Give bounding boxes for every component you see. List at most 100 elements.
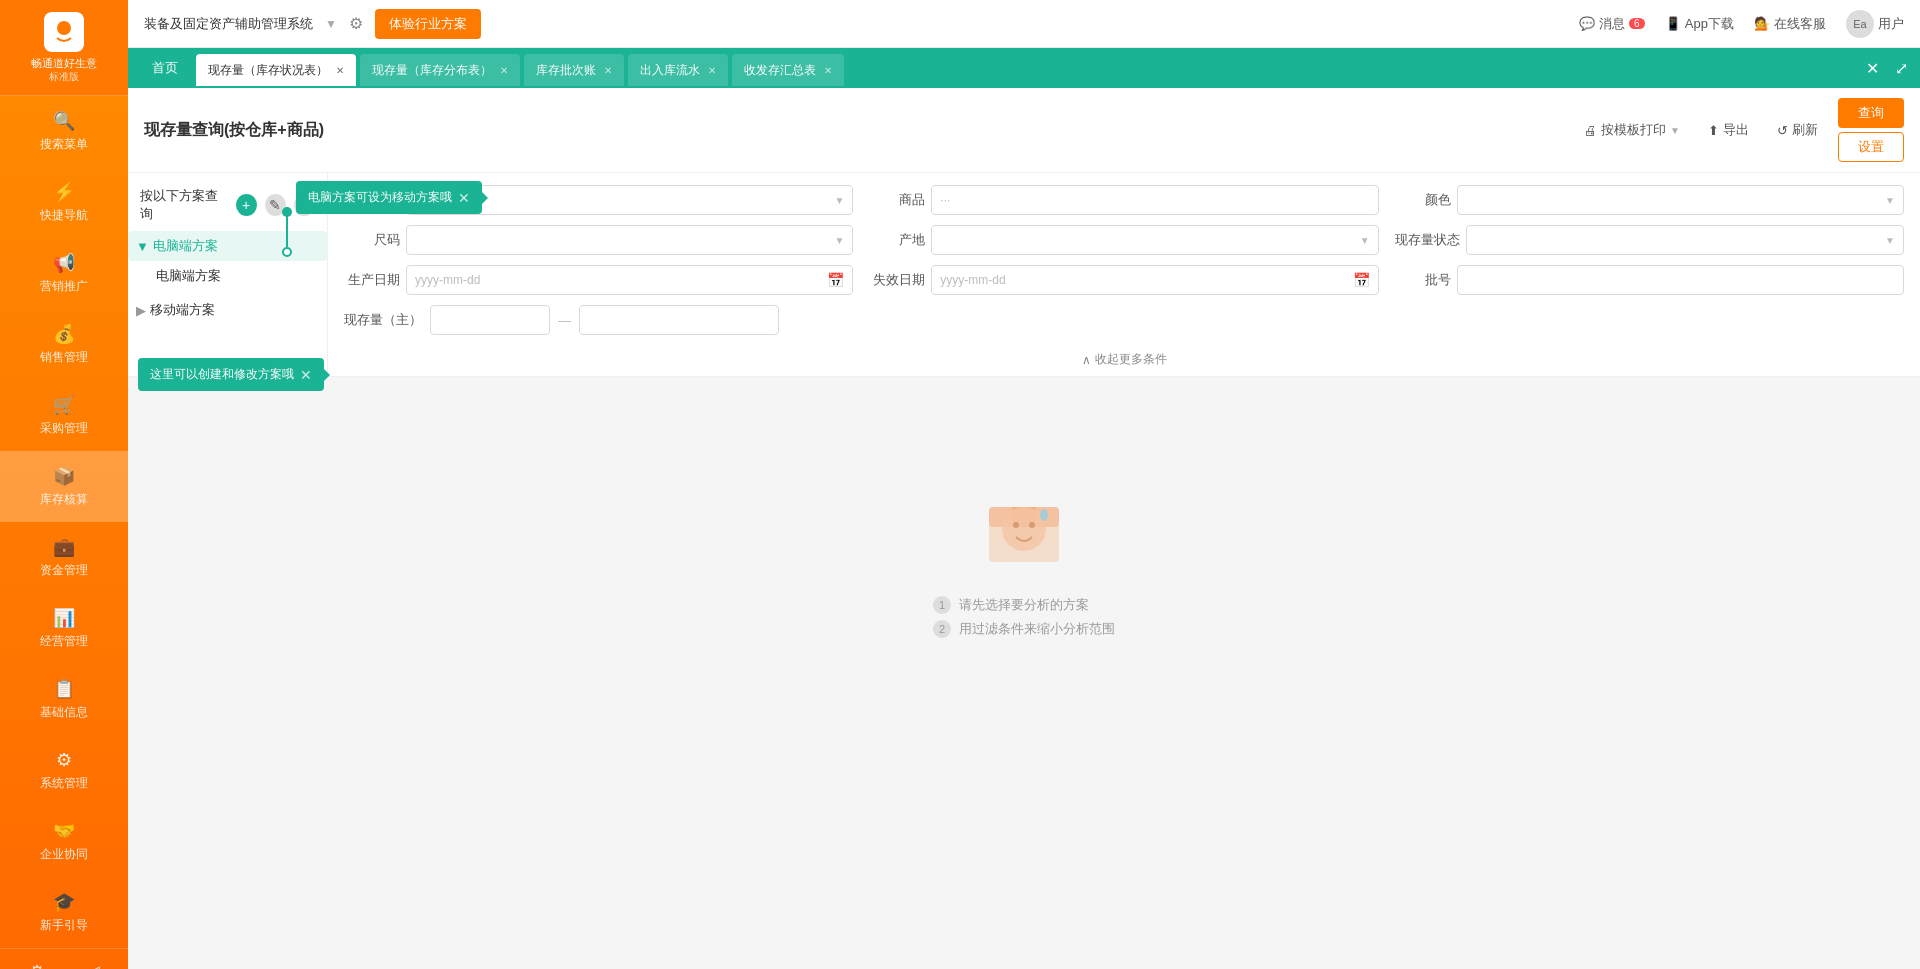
avatar: Ea — [1846, 10, 1874, 38]
scheme-mobile-label: 移动端方案 — [150, 301, 215, 319]
scheme-desktop-item[interactable]: 电脑端方案 — [148, 261, 327, 291]
size-dropdown-icon: ▼ — [834, 235, 844, 246]
header-dropdown-icon[interactable]: ▼ — [325, 17, 337, 31]
svg-point-7 — [1040, 509, 1048, 521]
add-scheme-btn[interactable]: + — [236, 194, 257, 216]
sidebar-item-label: 营销推广 — [40, 278, 88, 295]
step-1-circle: 1 — [933, 596, 951, 614]
header-right: 💬 消息 6 📱 App下载 💁 在线客服 Ea 用户 — [1579, 10, 1904, 38]
prod-date-label: 生产日期 — [344, 271, 400, 289]
operations-icon: 📊 — [53, 607, 75, 629]
message-icon: 💬 — [1579, 16, 1595, 31]
sidebar-item-enterprise[interactable]: 🤝 企业协同 — [0, 806, 128, 877]
filter-field-exp-date: 失效日期 yyyy-mm-dd 📅 — [869, 265, 1378, 295]
tab-close-receive[interactable]: ✕ — [824, 65, 832, 76]
app-download-btn[interactable]: 📱 App下载 — [1665, 15, 1734, 33]
scheme-tooltip-text: 电脑方案可设为移动方案哦 — [308, 189, 452, 206]
sidebar-item-system[interactable]: ⚙ 系统管理 — [0, 735, 128, 806]
scheme-tooltip-close-1[interactable]: ✕ — [458, 190, 470, 206]
marketing-icon: 📢 — [53, 252, 75, 274]
size-select[interactable]: ▼ — [406, 225, 853, 255]
prod-date-calendar-icon[interactable]: 📅 — [827, 272, 844, 288]
page-title: 现存量查询(按仓库+商品) — [144, 120, 324, 141]
tab-close-all-icon[interactable]: ✕ — [1862, 55, 1883, 82]
tab-inout[interactable]: 出入库流水 ✕ — [628, 54, 728, 86]
search-btn[interactable]: 查询 — [1838, 98, 1904, 128]
stock-main-from[interactable] — [430, 305, 550, 335]
tab-close-batch[interactable]: ✕ — [604, 65, 612, 76]
scheme-mobile-header[interactable]: ▶ 移动端方案 — [128, 295, 327, 325]
scheme-tooltip-close-2[interactable]: ✕ — [300, 367, 312, 383]
color-select[interactable]: ▼ — [1457, 185, 1904, 215]
tab-inventory-dist[interactable]: 现存量（库存分布表） ✕ — [360, 54, 520, 86]
refresh-icon: ↺ — [1777, 123, 1788, 138]
stock-main-to[interactable] — [579, 305, 779, 335]
sidebar-item-quick[interactable]: ⚡ 快捷导航 — [0, 167, 128, 238]
logo-icon — [44, 12, 84, 52]
prod-date-input[interactable]: yyyy-mm-dd 📅 — [406, 265, 853, 295]
tab-close-inventory-status[interactable]: ✕ — [336, 65, 344, 76]
goods-label: 商品 — [869, 191, 925, 209]
exp-date-input[interactable]: yyyy-mm-dd 📅 — [931, 265, 1378, 295]
logo-area: 畅通道好生意 标准版 — [0, 0, 128, 96]
sidebar-item-search[interactable]: 🔍 搜索菜单 — [0, 96, 128, 167]
logo-text: 畅通道好生意 标准版 — [31, 56, 97, 83]
system-name: 装备及固定资产辅助管理系统 — [144, 15, 313, 33]
sidebar-item-inventory[interactable]: 📦 库存核算 — [0, 451, 128, 522]
sidebar-item-label: 经营管理 — [40, 633, 88, 650]
scheme-expand-icon: ▼ — [136, 239, 149, 254]
batch-no-label: 批号 — [1395, 271, 1451, 289]
online-service-btn[interactable]: 💁 在线客服 — [1754, 15, 1826, 33]
stock-status-select[interactable]: ▼ — [1466, 225, 1904, 255]
scheme-mobile-group: ▶ 移动端方案 — [128, 293, 327, 327]
user-label: 用户 — [1878, 15, 1904, 33]
exp-date-placeholder: yyyy-mm-dd — [940, 273, 1005, 287]
sidebar-item-sales[interactable]: 💰 销售管理 — [0, 309, 128, 380]
tab-close-inout[interactable]: ✕ — [708, 65, 716, 76]
scheme-tooltip-text-2: 这里可以创建和修改方案哦 — [150, 366, 294, 383]
export-icon: ⬆ — [1708, 123, 1719, 138]
edit-icon: ✎ — [269, 197, 281, 213]
stock-status-dropdown-icon: ▼ — [1885, 235, 1895, 246]
export-label: 导出 — [1723, 121, 1749, 139]
sidebar-item-finance[interactable]: 💼 资金管理 — [0, 522, 128, 593]
print-btn[interactable]: 🖨 按模板打印 ▼ — [1576, 117, 1688, 143]
origin-select[interactable]: ▼ — [931, 225, 1378, 255]
sidebar-item-label: 基础信息 — [40, 704, 88, 721]
filter-field-color: 颜色 ▼ — [1395, 185, 1904, 215]
trial-btn[interactable]: 体验行业方案 — [375, 9, 481, 39]
tab-receive[interactable]: 收发存汇总表 ✕ — [732, 54, 844, 86]
settings-bottom-icon[interactable]: ⚙ — [29, 961, 45, 969]
tab-inventory-status[interactable]: 现存量（库存状况表） ✕ — [196, 54, 356, 86]
goods-input[interactable]: ··· — [931, 185, 1378, 215]
stock-main-label: 现存量（主） — [344, 311, 422, 329]
sidebar-item-marketing[interactable]: 📢 营销推广 — [0, 238, 128, 309]
page-title-bar: 现存量查询(按仓库+商品) 🖨 按模板打印 ▼ ⬆ 导出 ↺ 刷新 查询 设置 — [128, 88, 1920, 173]
tab-fullscreen-icon[interactable]: ⤢ — [1891, 55, 1912, 82]
collapse-sidebar-icon[interactable]: ◁ — [86, 961, 100, 969]
sidebar-item-basic[interactable]: 📋 基础信息 — [0, 664, 128, 735]
sidebar-item-guide[interactable]: 🎓 新手引导 — [0, 877, 128, 948]
message-btn[interactable]: 💬 消息 6 — [1579, 15, 1645, 33]
print-icon: 🖨 — [1584, 123, 1597, 138]
sidebar-item-operations[interactable]: 📊 经营管理 — [0, 593, 128, 664]
sidebar-item-purchase[interactable]: 🛒 采购管理 — [0, 380, 128, 451]
batch-no-input[interactable] — [1457, 265, 1904, 295]
sidebar-nav: 🔍 搜索菜单 ⚡ 快捷导航 📢 营销推广 💰 销售管理 🛒 采购管理 📦 库存核… — [0, 96, 128, 948]
export-btn[interactable]: ⬆ 导出 — [1700, 117, 1757, 143]
tab-home[interactable]: 首页 — [136, 48, 194, 88]
tab-batch[interactable]: 库存批次账 ✕ — [524, 54, 624, 86]
setup-btn[interactable]: 设置 — [1838, 132, 1904, 162]
exp-date-label: 失效日期 — [869, 271, 925, 289]
origin-dropdown-icon: ▼ — [1360, 235, 1370, 246]
exp-date-calendar-icon[interactable]: 📅 — [1353, 272, 1370, 288]
color-label: 颜色 — [1395, 191, 1451, 209]
filter-row-4: 现存量（主） — — [344, 305, 1904, 335]
refresh-btn[interactable]: ↺ 刷新 — [1769, 117, 1826, 143]
header-settings-icon[interactable]: ⚙ — [349, 14, 363, 33]
filter-row-3: 生产日期 yyyy-mm-dd 📅 失效日期 yyyy-mm-dd 📅 — [344, 265, 1904, 295]
user-btn[interactable]: Ea 用户 — [1846, 10, 1904, 38]
tab-close-inventory-dist[interactable]: ✕ — [500, 65, 508, 76]
collapse-bar[interactable]: ∧ 收起更多条件 — [344, 343, 1904, 376]
scheme-desktop-header[interactable]: ▼ 电脑端方案 — [128, 231, 327, 261]
